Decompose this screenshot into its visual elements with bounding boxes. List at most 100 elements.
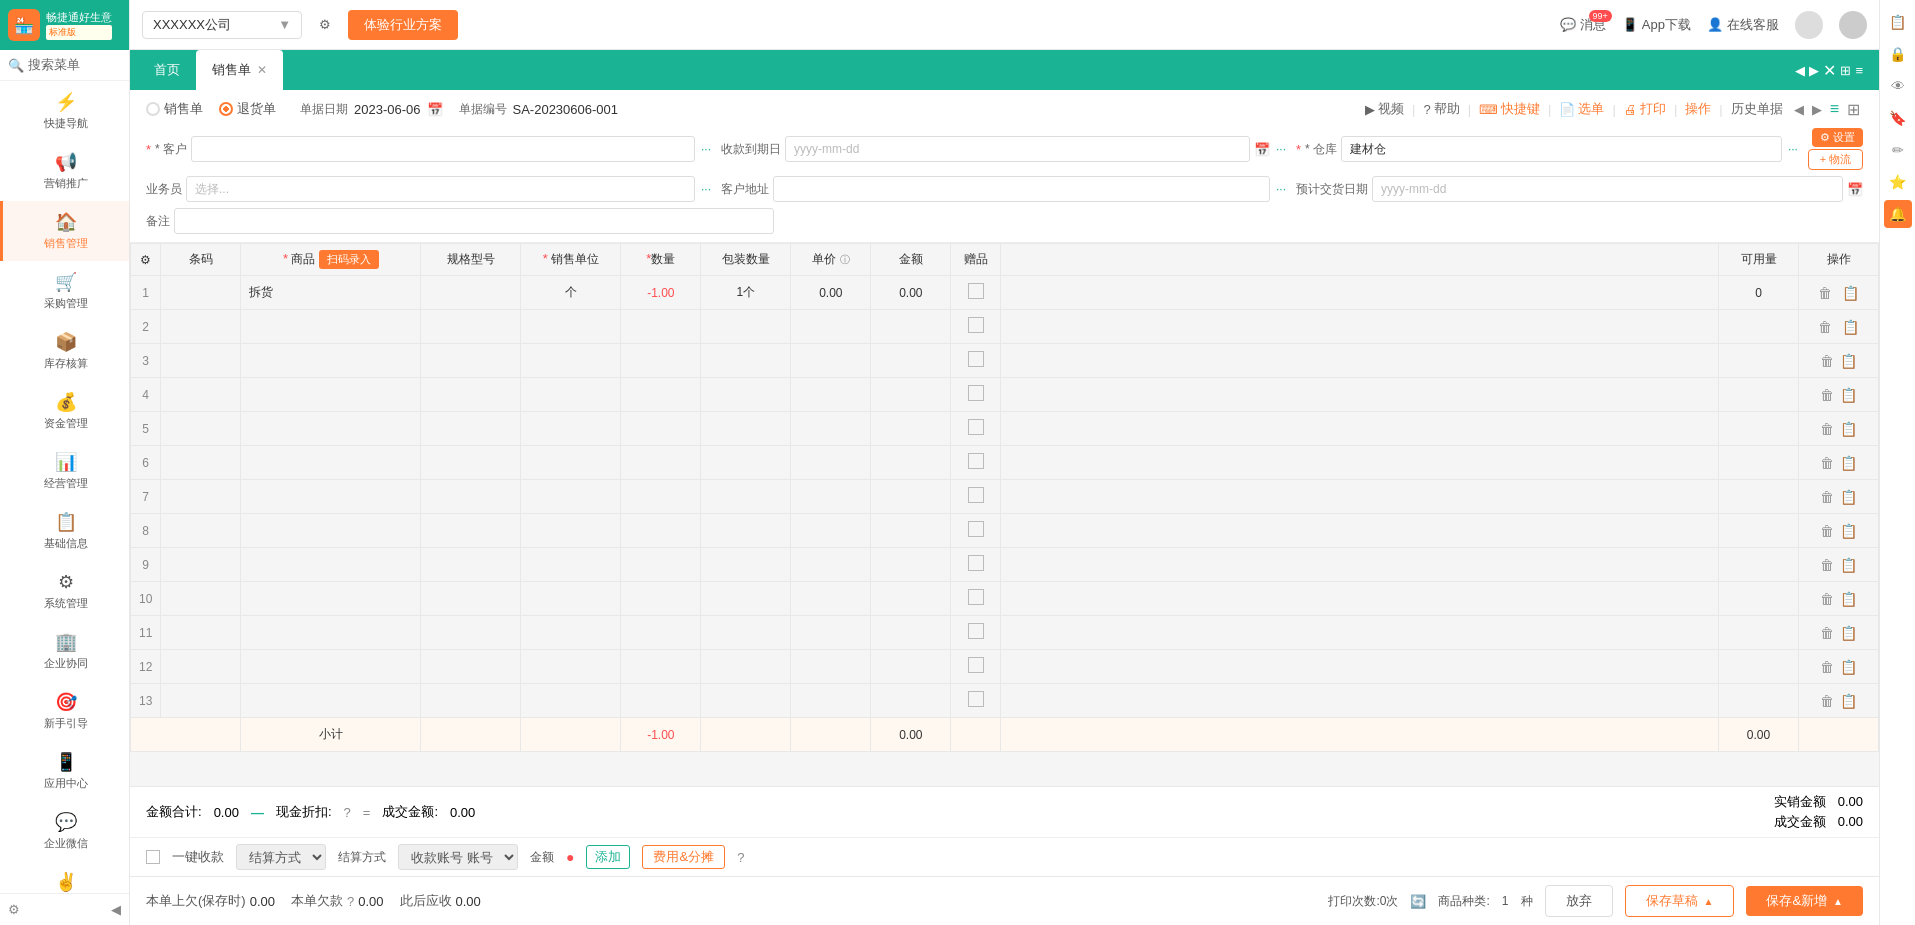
- message-btn[interactable]: 💬 消息 99+: [1560, 16, 1606, 34]
- row3-u[interactable]: [521, 344, 621, 378]
- row5-pq[interactable]: [701, 412, 791, 446]
- row4-q[interactable]: [621, 378, 701, 412]
- row10-up[interactable]: [791, 582, 871, 616]
- row8-up[interactable]: [791, 514, 871, 548]
- row5-g[interactable]: [951, 412, 1001, 446]
- row9-b[interactable]: [161, 548, 241, 582]
- row7-p[interactable]: [241, 480, 421, 514]
- row6-g[interactable]: [951, 446, 1001, 480]
- tab-collapse-left-icon[interactable]: ◀: [1795, 63, 1805, 78]
- row9-p[interactable]: [241, 548, 421, 582]
- row4-pq[interactable]: [701, 378, 791, 412]
- row2-barcode[interactable]: [161, 310, 241, 344]
- row7-del[interactable]: 🗑: [1817, 489, 1837, 505]
- row11-g[interactable]: [951, 616, 1001, 650]
- notes-input[interactable]: [174, 208, 774, 234]
- row3-s[interactable]: [421, 344, 521, 378]
- row4-up[interactable]: [791, 378, 871, 412]
- product-type-icon[interactable]: 🔄: [1410, 894, 1426, 909]
- row7-b[interactable]: [161, 480, 241, 514]
- row8-g[interactable]: [951, 514, 1001, 548]
- row10-s[interactable]: [421, 582, 521, 616]
- row12-pq[interactable]: [701, 650, 791, 684]
- customer-more-btn[interactable]: ···: [699, 142, 713, 156]
- row2-product[interactable]: [241, 310, 421, 344]
- row1-unit-price[interactable]: 0.00: [791, 276, 871, 310]
- row2-unit[interactable]: [521, 310, 621, 344]
- user-avatar2[interactable]: [1839, 11, 1867, 39]
- save-draft-button[interactable]: 保存草稿 ▲: [1625, 885, 1735, 917]
- row6-del[interactable]: 🗑: [1817, 455, 1837, 471]
- row2-gift[interactable]: [951, 310, 1001, 344]
- expense-help-icon[interactable]: ?: [737, 850, 744, 865]
- row6-q[interactable]: [621, 446, 701, 480]
- row11-p[interactable]: [241, 616, 421, 650]
- one-click-pay-checkbox[interactable]: [146, 850, 160, 864]
- row9-s[interactable]: [421, 548, 521, 582]
- sidebar-item-finance[interactable]: 💰 资金管理: [0, 381, 129, 441]
- row9-cp[interactable]: 📋: [1837, 557, 1860, 573]
- account-select[interactable]: 收款账号 账号: [398, 844, 518, 870]
- tab-home[interactable]: 首页: [138, 50, 196, 90]
- sidebar-item-basics[interactable]: 📋 基础信息: [0, 501, 129, 561]
- row4-g[interactable]: [951, 378, 1001, 412]
- trial-button[interactable]: 体验行业方案: [348, 10, 458, 40]
- row2-spec[interactable]: [421, 310, 521, 344]
- right-panel-bookmark-btn[interactable]: 🔖: [1884, 104, 1912, 132]
- row10-pq[interactable]: [701, 582, 791, 616]
- sidebar-item-newbie[interactable]: 🎯 新手引导: [0, 681, 129, 741]
- row11-s[interactable]: [421, 616, 521, 650]
- row6-b[interactable]: [161, 446, 241, 480]
- row13-s[interactable]: [421, 684, 521, 718]
- sidebar-item-operations[interactable]: 📊 经营管理: [0, 441, 129, 501]
- row11-b[interactable]: [161, 616, 241, 650]
- row9-pq[interactable]: [701, 548, 791, 582]
- sidebar-item-purchase[interactable]: 🛒 采购管理: [0, 261, 129, 321]
- row3-pq[interactable]: [701, 344, 791, 378]
- tab-grid-view-icon[interactable]: ⊞: [1840, 63, 1851, 78]
- row13-cp[interactable]: 📋: [1837, 693, 1860, 709]
- online-service-btn[interactable]: 👤 在线客服: [1707, 16, 1779, 34]
- sidebar-item-appstore[interactable]: 📱 应用中心: [0, 741, 129, 801]
- row1-delete-btn[interactable]: 🗑: [1815, 285, 1835, 301]
- row10-b[interactable]: [161, 582, 241, 616]
- row4-u[interactable]: [521, 378, 621, 412]
- row8-p[interactable]: [241, 514, 421, 548]
- row7-pq[interactable]: [701, 480, 791, 514]
- row13-b[interactable]: [161, 684, 241, 718]
- row10-g[interactable]: [951, 582, 1001, 616]
- row1-spec[interactable]: [421, 276, 521, 310]
- due-date-more-btn[interactable]: ···: [1274, 142, 1288, 156]
- row5-del[interactable]: 🗑: [1817, 421, 1837, 437]
- row11-pq[interactable]: [701, 616, 791, 650]
- row7-q[interactable]: [621, 480, 701, 514]
- row3-q[interactable]: [621, 344, 701, 378]
- row1-copy-btn[interactable]: 📋: [1839, 285, 1862, 301]
- row2-delete-btn[interactable]: 🗑: [1815, 319, 1835, 335]
- row5-u[interactable]: [521, 412, 621, 446]
- row11-del[interactable]: 🗑: [1817, 625, 1837, 641]
- right-panel-orange-btn[interactable]: 🔔: [1884, 200, 1912, 228]
- row4-s[interactable]: [421, 378, 521, 412]
- row7-g[interactable]: [951, 480, 1001, 514]
- tab-expand-right-icon[interactable]: ▶: [1809, 63, 1819, 78]
- total-owed-help-icon[interactable]: ?: [347, 894, 354, 909]
- sidebar-item-system[interactable]: ⚙ 系统管理: [0, 561, 129, 621]
- row12-u[interactable]: [521, 650, 621, 684]
- payment-method-select[interactable]: 结算方式: [236, 844, 326, 870]
- logistics-btn[interactable]: + 物流: [1808, 149, 1863, 170]
- date-picker-icon[interactable]: 📅: [427, 102, 443, 117]
- row6-s[interactable]: [421, 446, 521, 480]
- video-btn[interactable]: ▶ 视频: [1359, 98, 1410, 120]
- row12-b[interactable]: [161, 650, 241, 684]
- add-payment-btn[interactable]: 添加: [586, 845, 630, 869]
- nav-next-icon[interactable]: ▶: [1809, 102, 1825, 117]
- row2-pkg-qty[interactable]: [701, 310, 791, 344]
- salesperson-input[interactable]: 选择...: [186, 176, 695, 202]
- row9-del[interactable]: 🗑: [1817, 557, 1837, 573]
- due-date-input[interactable]: yyyy-mm-dd: [785, 136, 1250, 162]
- row13-up[interactable]: [791, 684, 871, 718]
- row11-cp[interactable]: 📋: [1837, 625, 1860, 641]
- row10-del[interactable]: 🗑: [1817, 591, 1837, 607]
- row11-up[interactable]: [791, 616, 871, 650]
